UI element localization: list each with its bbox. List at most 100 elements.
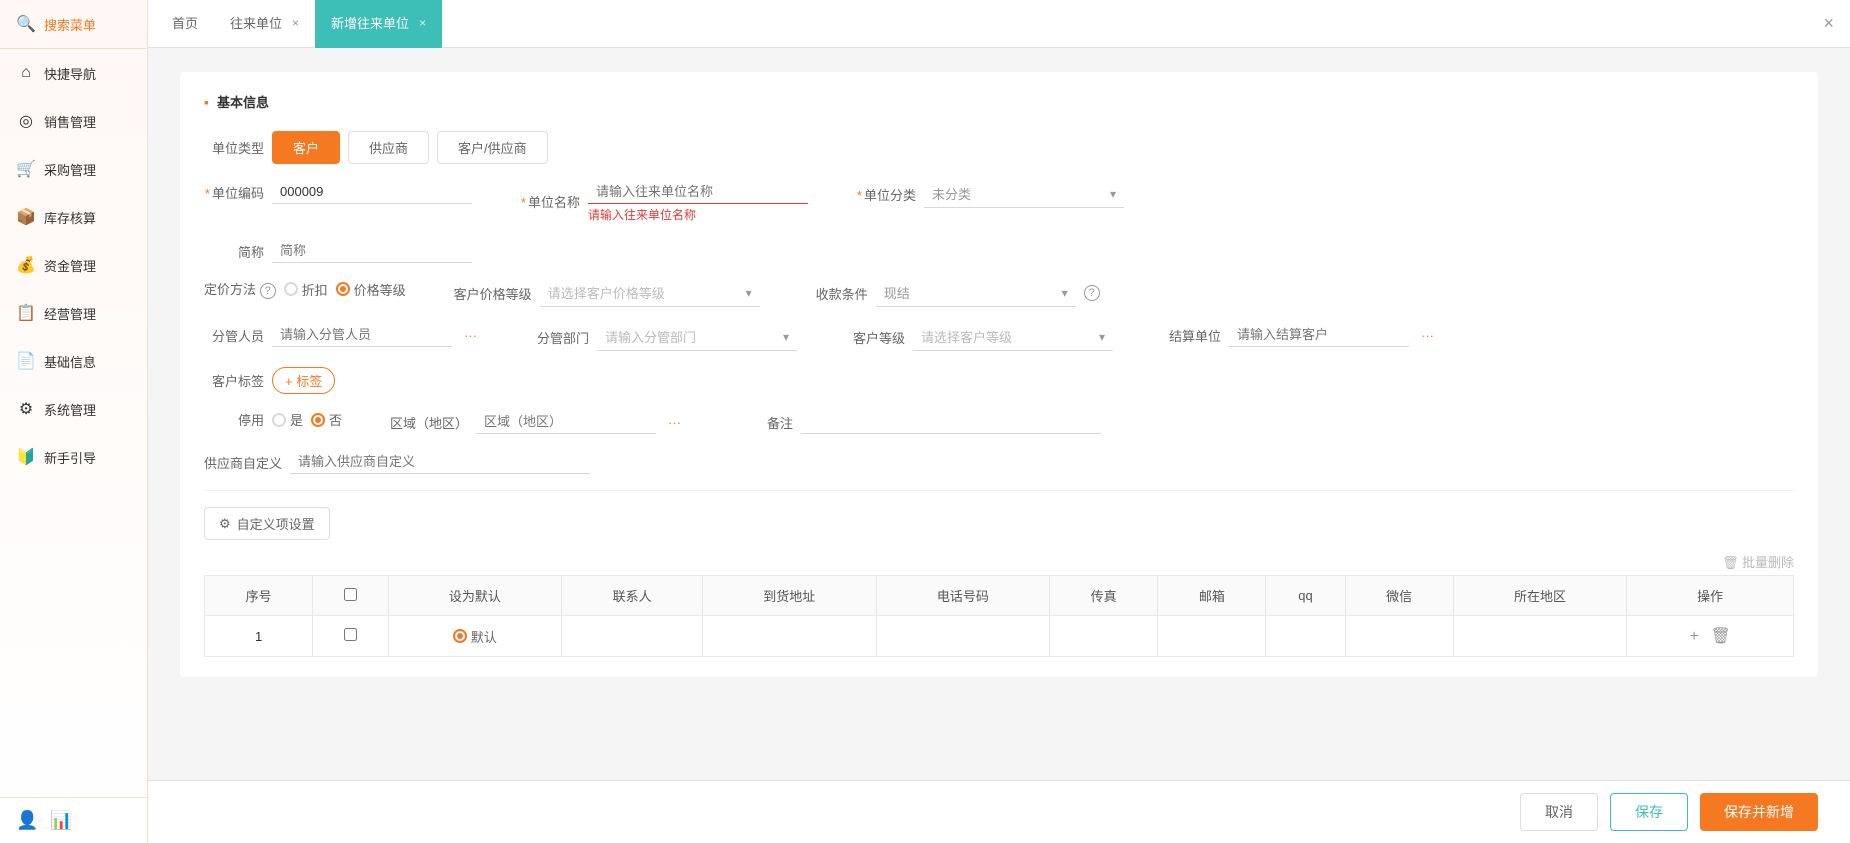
sidebar-item-quick-nav[interactable]: ⌂ 快捷导航 [0,49,147,97]
unit-name-error: 请输入往来单位名称 [588,206,808,223]
unit-category-select[interactable]: 未分类 ▾ [924,180,1124,208]
delete-row-button[interactable]: 🗑 [1706,626,1734,646]
sidebar-item-inventory[interactable]: 📦 库存核算 [0,193,147,241]
supplier-custom-group: 供应商自定义 [204,450,590,474]
pricing-discount-radio[interactable]: 折扣 [284,280,328,299]
disabled-yes-circle [272,413,286,427]
sidebar-item-label: 系统管理 [44,400,96,419]
unit-type-label: 单位类型 [204,138,264,157]
payment-terms-help-icon[interactable]: ? [1084,285,1100,301]
tab-bar: 首页 往来单位 × 新增往来单位 × × [148,0,1850,48]
unit-type-customer-btn[interactable]: 客户 [272,131,340,164]
default-radio-circle [453,629,467,643]
batch-delete-label[interactable]: 批量删除 [1742,555,1794,570]
sidebar-item-finance[interactable]: 💰 资金管理 [0,241,147,289]
cell-action: + 🗑 [1627,616,1794,657]
cancel-button[interactable]: 取消 [1520,793,1598,831]
department-select[interactable]: 请输入分管部门 ▾ [597,323,797,351]
cell-contact [562,616,703,657]
user-icon[interactable]: 👤 [16,810,38,831]
customer-price-level-select[interactable]: 请选择客户价格等级 ▾ [540,279,760,307]
pricing-level-radio[interactable]: 价格等级 [336,280,406,299]
settlement-unit-input[interactable] [1229,323,1409,347]
cell-qq [1266,616,1345,657]
disabled-radio-group: 是 否 [272,410,342,429]
customer-price-level-group: 客户价格等级 请选择客户价格等级 ▾ [454,279,760,307]
close-tab-new-contact-unit[interactable]: × [419,16,426,30]
unit-name-label: *单位名称 [520,192,580,211]
sidebar-item-operations[interactable]: 📋 经营管理 [0,289,147,337]
cell-phone [876,616,1050,657]
settlement-unit-label: 结算单位 [1161,326,1221,345]
sidebar-item-purchase[interactable]: 🛒 采购管理 [0,145,147,193]
pricing-method-group: 定价方法 ? 折扣 价格等级 [204,279,406,299]
main-area: 首页 往来单位 × 新增往来单位 × × ▪ 基本信息 单位类型 [148,0,1850,843]
unit-name-input[interactable] [588,180,808,204]
tab-contact-units[interactable]: 往来单位 × [214,0,315,48]
pricing-method-help-icon[interactable]: ? [260,283,276,299]
department-group: 分管部门 请输入分管部门 ▾ [529,323,797,351]
custom-settings-button[interactable]: ⚙ 自定义项设置 [204,507,330,540]
pricing-method-label: 定价方法 ? [204,279,276,299]
abbreviation-row: 简称 [204,239,1794,263]
section-title-icon: ▪ [204,94,209,110]
pricing-radio-group: 折扣 价格等级 [284,280,406,299]
remarks-label: 备注 [733,413,793,432]
tab-home[interactable]: 首页 [156,0,214,48]
abbreviation-group: 简称 [204,239,472,263]
settlement-unit-group: 结算单位 ··· [1161,323,1438,347]
sidebar-item-label: 基础信息 [44,352,96,371]
content-area: ▪ 基本信息 单位类型 客户 供应商 客户/供应商 *单位编码 [148,48,1850,780]
manager-more-btn[interactable]: ··· [460,328,481,343]
add-row-button[interactable]: + [1685,628,1702,646]
unit-type-both-btn[interactable]: 客户/供应商 [437,131,548,164]
payment-terms-select[interactable]: 现结 ▾ [876,279,1076,307]
manager-input[interactable] [272,323,452,347]
region-more-btn[interactable]: ··· [664,415,685,430]
select-all-checkbox[interactable] [344,588,357,601]
add-tag-button[interactable]: + 标签 [272,367,335,394]
manager-row: 分管人员 ··· 分管部门 请输入分管部门 ▾ 客户等级 请选择客户等级 ▾ [204,323,1794,351]
set-default-radio[interactable]: 默认 [397,627,554,646]
cell-address [703,616,877,657]
sidebar-item-label: 新手引导 [44,448,96,467]
close-window-button[interactable]: × [1815,13,1842,34]
sidebar-item-system[interactable]: ⚙ 系统管理 [0,385,147,433]
region-input[interactable] [476,410,656,434]
unit-code-input[interactable] [272,180,472,204]
region-group: 区域（地区） ··· [390,410,685,434]
th-checkbox [313,576,388,616]
abbreviation-label: 简称 [204,242,264,261]
supplier-custom-input[interactable] [290,450,590,474]
home-icon: ⌂ [16,63,36,83]
batch-delete-area: 🗑 批量删除 [204,552,1794,571]
sidebar-item-label: 库存核算 [44,208,96,227]
save-button[interactable]: 保存 [1610,793,1688,831]
disabled-yes-radio[interactable]: 是 [272,410,303,429]
sidebar-item-sales[interactable]: ◎ 销售管理 [0,97,147,145]
bottom-action-bar: 取消 保存 保存并新增 [148,780,1850,843]
customer-level-select[interactable]: 请选择客户等级 ▾ [913,323,1113,351]
manager-label: 分管人员 [204,326,264,345]
unit-type-supplier-btn[interactable]: 供应商 [348,131,429,164]
close-tab-contact-units[interactable]: × [292,16,299,30]
tab-new-contact-unit[interactable]: 新增往来单位 × [315,0,442,48]
disabled-no-radio[interactable]: 否 [311,410,342,429]
row-checkbox[interactable] [344,628,357,641]
settlement-unit-more-btn[interactable]: ··· [1417,328,1438,343]
sidebar-item-guide[interactable]: 🔰 新手引导 [0,433,147,481]
sidebar-bottom: 👤 📊 [0,797,147,843]
sidebar-search[interactable]: 🔍 搜索菜单 [0,0,147,49]
cell-email [1158,616,1266,657]
unit-category-group: *单位分类 未分类 ▾ [856,180,1124,208]
remarks-input[interactable] [801,410,1101,434]
abbreviation-input[interactable] [272,239,472,263]
pricing-row: 定价方法 ? 折扣 价格等级 客户 [204,279,1794,307]
tags-label: 客户标签 [204,371,264,390]
save-and-new-button[interactable]: 保存并新增 [1700,793,1818,831]
th-contact: 联系人 [562,576,703,616]
chart-icon[interactable]: 📊 [50,810,72,831]
sidebar-item-basic-info[interactable]: 📄 基础信息 [0,337,147,385]
unit-code-label: *单位编码 [204,183,264,202]
table-header: 序号 设为默认 联系人 到货地址 电话号码 传真 邮箱 qq 微信 所在地区 操… [205,576,1794,616]
